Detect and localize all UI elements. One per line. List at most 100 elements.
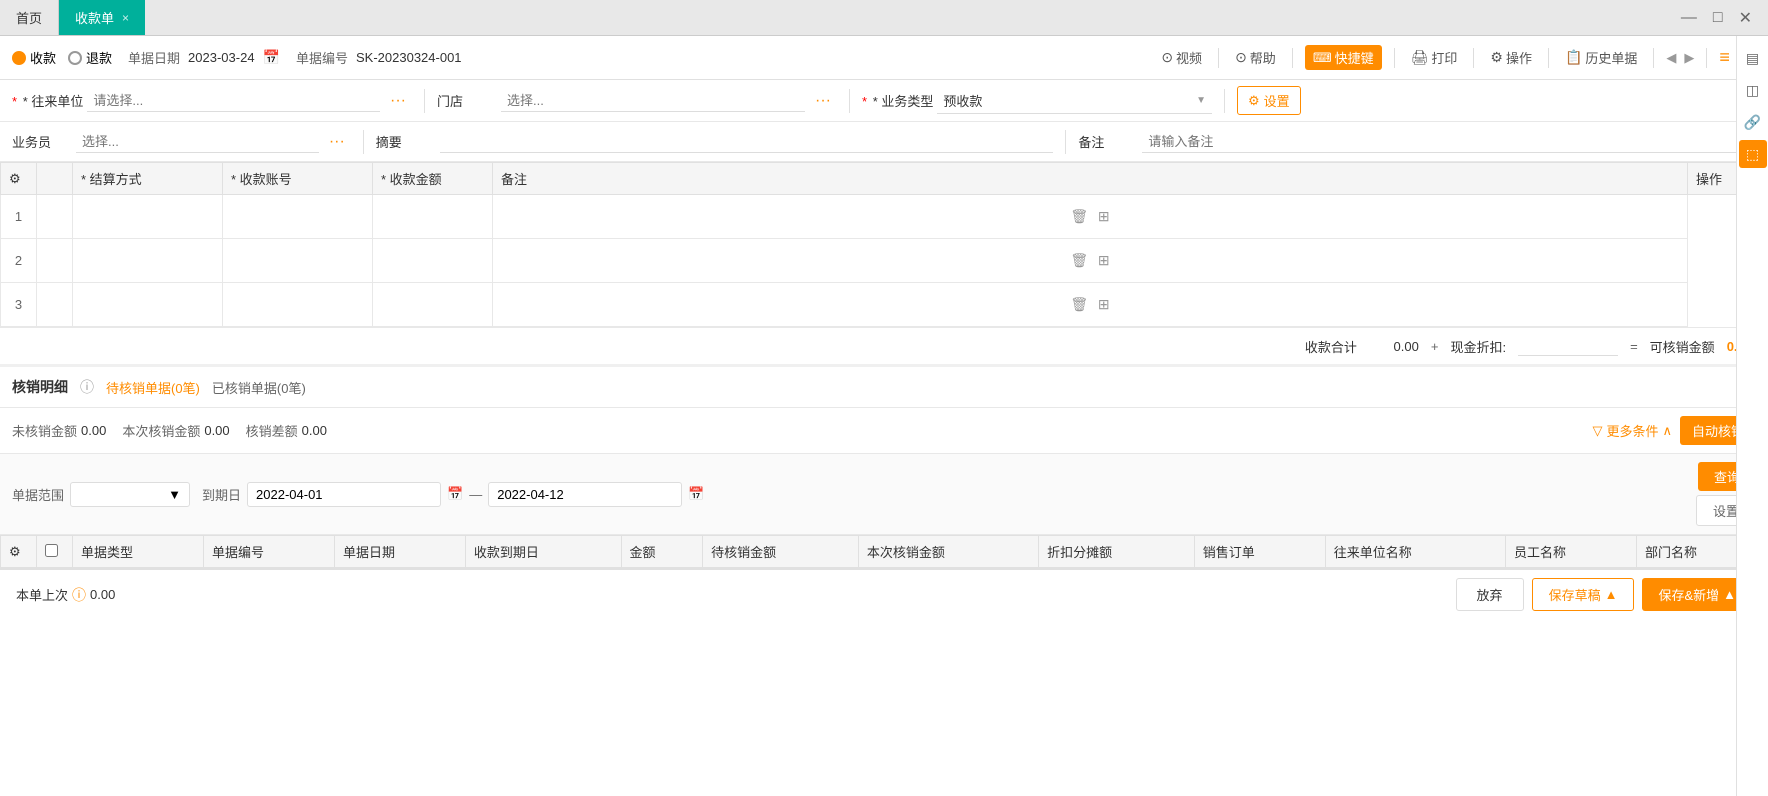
print-label: 打印 (1431, 48, 1457, 67)
refund-radio[interactable]: 退款 (68, 48, 112, 67)
sales-order-header: 销售订单 (1194, 536, 1325, 568)
delete-row-1-icon[interactable]: 🗑 (1067, 208, 1091, 224)
gear-header[interactable]: ⚙ (1, 163, 37, 195)
business-type-select[interactable]: 预收款 ▼ (937, 88, 1212, 114)
discount-input[interactable] (1518, 336, 1618, 356)
calendar-to-icon[interactable]: 📅 (688, 486, 704, 502)
settle-method-input-3[interactable] (37, 283, 72, 326)
minimize-button[interactable]: — (1677, 9, 1701, 27)
settle-method-input-2[interactable] (37, 239, 72, 282)
summary-row: 收款合计 0.00 + 现金折扣: = 可核销金额 0.00 (0, 327, 1768, 364)
amount-cell-3[interactable] (223, 283, 373, 327)
copy-row-3-icon[interactable]: ⊞ (1095, 296, 1113, 312)
video-button[interactable]: ⊙ 视频 (1157, 46, 1206, 69)
salesperson-input[interactable] (76, 131, 319, 153)
action-cell-1: 🗑 ⊞ (493, 195, 1688, 239)
shop-more-icon[interactable]: ··· (809, 92, 837, 110)
vendor-input[interactable] (87, 90, 380, 112)
history-button[interactable]: 📋 历史单据 (1561, 46, 1641, 69)
done-link[interactable]: 已核销单据(0笔) (212, 378, 306, 397)
amount-cell-2[interactable] (223, 239, 373, 283)
tab-active-label: 收款单 (75, 8, 114, 27)
vendor-field: * * 往来单位 ··· (12, 90, 412, 112)
note-input-1[interactable] (373, 195, 492, 238)
account-cell-3[interactable] (73, 283, 223, 327)
select-all-checkbox[interactable] (45, 544, 58, 557)
bottom-gear-header[interactable]: ⚙ (1, 536, 37, 568)
tab-close-icon[interactable]: × (122, 11, 129, 25)
nav-next-icon[interactable]: ▶ (1684, 50, 1694, 66)
tab-home[interactable]: 首页 (0, 0, 59, 35)
settle-method-cell-2[interactable] (37, 239, 73, 283)
table-gear-icon[interactable]: ⚙ (9, 171, 21, 186)
footer-info-icon[interactable]: ⓘ (72, 585, 86, 605)
form-row-2: 业务员 ··· 摘要 备注 (0, 122, 1768, 162)
delete-row-3-icon[interactable]: 🗑 (1067, 296, 1091, 312)
maximize-button[interactable]: □ (1709, 9, 1727, 27)
amount-input-3[interactable] (223, 283, 372, 326)
sidebar-table-icon[interactable]: ▤ (1739, 44, 1767, 72)
close-button[interactable]: ✕ (1735, 8, 1756, 28)
doc-type-group: 收款 退款 (12, 48, 112, 67)
help-icon: ⊙ (1235, 49, 1247, 66)
settle-method-cell-1[interactable] (37, 195, 73, 239)
note-input[interactable] (1142, 131, 1756, 153)
available-label: 可核销金额 (1650, 337, 1715, 356)
settle-method-input-1[interactable] (37, 195, 72, 238)
account-input-1[interactable] (73, 195, 222, 238)
list-view-icon[interactable]: ≡ (1719, 47, 1730, 68)
bottom-table-wrap: ⚙ 单据类型 单据编号 单据日期 收款到期日 金额 待核销金额 本次核销金额 折… (0, 535, 1768, 568)
sidebar-layout-icon[interactable]: ◫ (1739, 76, 1767, 104)
account-cell-2[interactable] (73, 239, 223, 283)
account-input-2[interactable] (73, 239, 222, 282)
note-input-3[interactable] (373, 283, 492, 326)
help-button[interactable]: ⊙ 帮助 (1231, 46, 1280, 69)
note-input-2[interactable] (373, 239, 492, 282)
bottom-gear-icon[interactable]: ⚙ (9, 544, 21, 559)
shop-input[interactable] (501, 90, 805, 112)
range-select[interactable]: ▼ (70, 482, 190, 507)
toolbar-row: 收款 退款 单据日期 2023-03-24 📅 单据编号 SK-20230324… (0, 36, 1768, 80)
shortcut-button[interactable]: ⌨ 快捷键 (1305, 45, 1382, 70)
account-input-3[interactable] (73, 283, 222, 326)
calendar-icon[interactable]: 📅 (263, 49, 280, 66)
note-cell-2[interactable] (373, 239, 493, 283)
bottom-checkbox-header[interactable] (37, 536, 73, 568)
current-verify-header: 本次核销金额 (858, 536, 1038, 568)
amount-input-1[interactable] (223, 195, 372, 238)
copy-row-2-icon[interactable]: ⊞ (1095, 252, 1113, 268)
more-conditions-label: 更多条件 (1606, 421, 1658, 440)
nav-prev-icon[interactable]: ◀ (1666, 50, 1676, 66)
window-controls: — □ ✕ (1677, 8, 1768, 28)
verify-info-icon[interactable]: ⓘ (80, 377, 94, 397)
vendor-more-icon[interactable]: ··· (384, 92, 412, 110)
delete-row-2-icon[interactable]: 🗑 (1067, 252, 1091, 268)
date-to-input[interactable] (488, 482, 682, 507)
calendar-from-icon[interactable]: 📅 (447, 486, 463, 502)
print-button[interactable]: 🖨 打印 (1407, 46, 1462, 69)
pending-verify-header: 待核销金额 (703, 536, 859, 568)
salesperson-more-icon[interactable]: ··· (323, 133, 351, 151)
summary-input[interactable] (440, 131, 1054, 153)
pending-link[interactable]: 待核销单据(0笔) (106, 378, 200, 397)
discard-button[interactable]: 放弃 (1456, 578, 1524, 611)
salesperson-label: 业务员 (12, 132, 72, 151)
amount-input-2[interactable] (223, 239, 372, 282)
settings-label: 设置 (1264, 91, 1290, 110)
sidebar-expand-icon[interactable]: ⬚ (1739, 140, 1767, 168)
action-button[interactable]: ⚙ 操作 (1486, 46, 1536, 69)
settings-button[interactable]: ⚙ 设置 (1237, 86, 1301, 115)
save-draft-label: 保存草稿 (1549, 585, 1601, 604)
amount-cell-1[interactable] (223, 195, 373, 239)
receive-radio[interactable]: 收款 (12, 48, 56, 67)
sidebar-link-icon[interactable]: 🔗 (1739, 108, 1767, 136)
more-conditions-button[interactable]: ▽ 更多条件 ∧ (1592, 421, 1672, 440)
copy-row-1-icon[interactable]: ⊞ (1095, 208, 1113, 224)
tab-active[interactable]: 收款单 × (59, 0, 145, 35)
account-cell-1[interactable] (73, 195, 223, 239)
note-cell-3[interactable] (373, 283, 493, 327)
date-from-input[interactable] (247, 482, 441, 507)
settle-method-cell-3[interactable] (37, 283, 73, 327)
save-draft-button[interactable]: 保存草稿 ▲ (1532, 578, 1635, 611)
note-cell-1[interactable] (373, 195, 493, 239)
